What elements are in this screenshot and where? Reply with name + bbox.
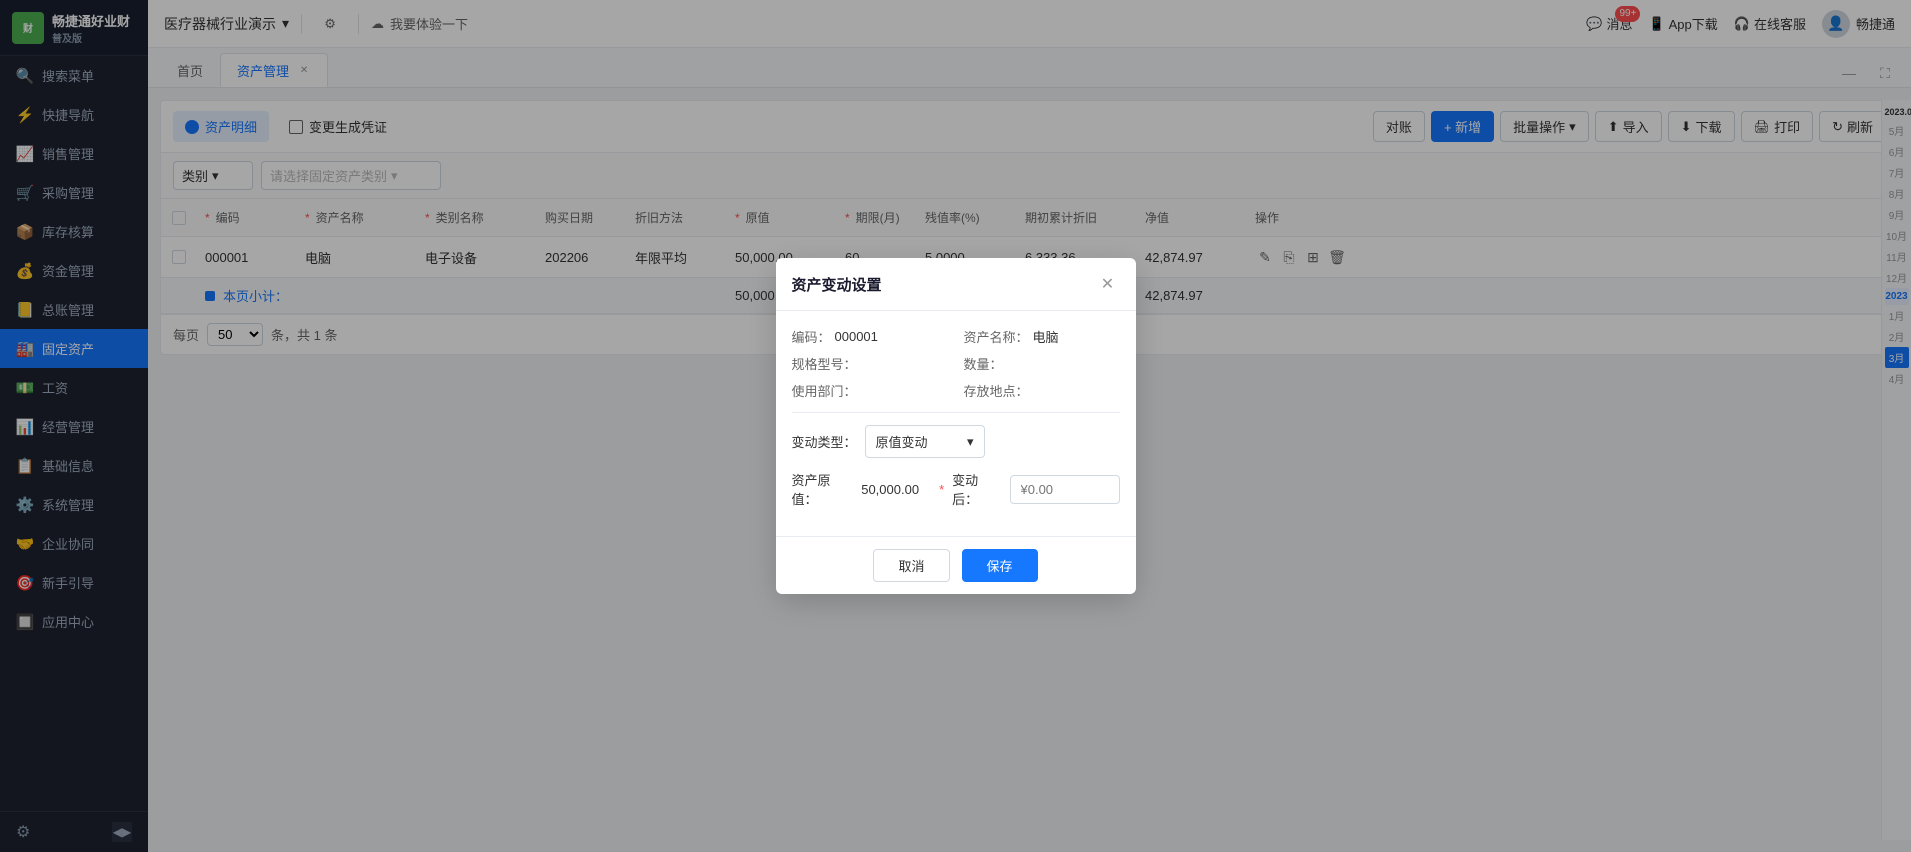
modal-change-type-row: 变动类型： 原值变动 ▾ bbox=[792, 425, 1120, 458]
modal-close-btn[interactable]: ✕ bbox=[1096, 272, 1120, 296]
modal-overlay: 资产变动设置 ✕ 编码： 000001 资产名称： 电脑 规格型号： 数量： bbox=[0, 0, 1911, 852]
after-value-input[interactable] bbox=[1010, 475, 1120, 504]
modal-header: 资产变动设置 ✕ bbox=[776, 258, 1136, 311]
original-value: 50,000.00 bbox=[861, 482, 919, 497]
modal-divider bbox=[792, 412, 1120, 413]
required-star: * bbox=[939, 482, 944, 497]
save-btn[interactable]: 保存 bbox=[962, 549, 1038, 582]
asset-change-modal: 资产变动设置 ✕ 编码： 000001 资产名称： 电脑 规格型号： 数量： bbox=[776, 258, 1136, 594]
modal-footer: 取消 保存 bbox=[776, 536, 1136, 594]
original-label: 资产原值： bbox=[792, 470, 854, 508]
modal-body: 编码： 000001 资产名称： 电脑 规格型号： 数量： 使用部门： bbox=[776, 311, 1136, 536]
modal-asset-name: 资产名称： 电脑 bbox=[964, 327, 1120, 346]
modal-original-row: 资产原值： 50,000.00 * 变动后： bbox=[792, 470, 1120, 508]
modal-code: 编码： 000001 bbox=[792, 327, 948, 346]
cancel-btn[interactable]: 取消 bbox=[873, 549, 949, 582]
modal-location: 存放地点： bbox=[964, 381, 1120, 400]
modal-info-grid: 编码： 000001 资产名称： 电脑 规格型号： 数量： 使用部门： bbox=[792, 327, 1120, 400]
change-type-select[interactable]: 原值变动 ▾ bbox=[865, 425, 985, 458]
change-type-value: 原值变动 bbox=[876, 432, 928, 451]
chevron-down-icon: ▾ bbox=[967, 434, 974, 450]
modal-quantity: 数量： bbox=[964, 354, 1120, 373]
modal-dept: 使用部门： bbox=[792, 381, 948, 400]
modal-spec: 规格型号： bbox=[792, 354, 948, 373]
change-type-label: 变动类型： bbox=[792, 432, 857, 451]
modal-title: 资产变动设置 bbox=[792, 274, 882, 295]
after-label: 变动后： bbox=[952, 470, 1001, 508]
